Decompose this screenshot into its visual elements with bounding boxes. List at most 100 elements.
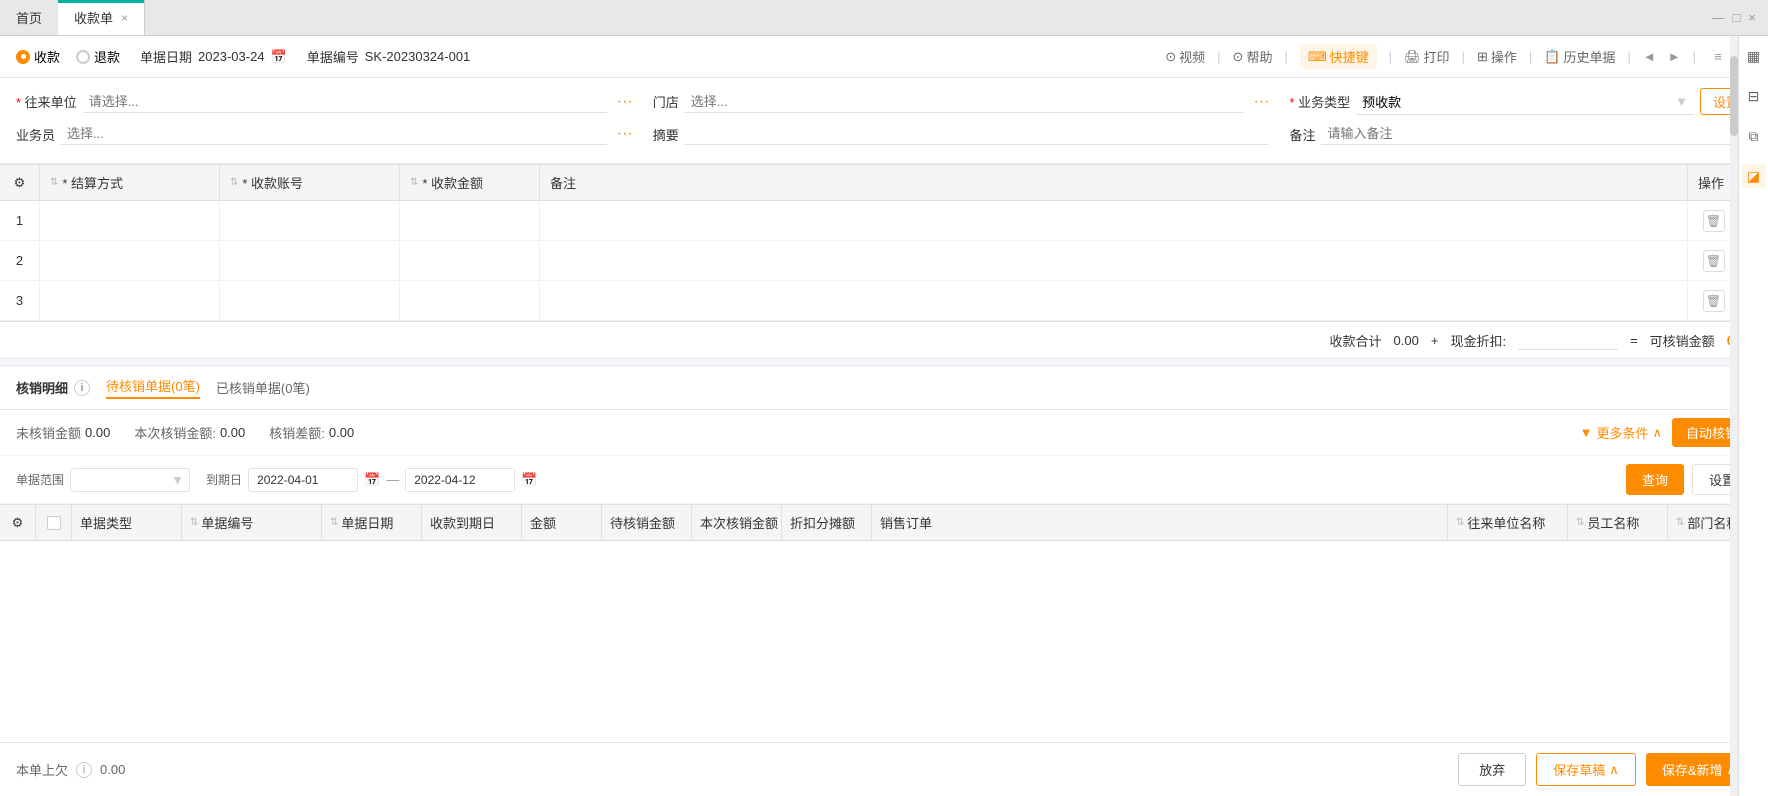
- sidebar-icon-2[interactable]: ⊟: [1742, 84, 1766, 108]
- help-btn[interactable]: ⊙ 帮助: [1233, 47, 1273, 66]
- td-row3-note[interactable]: [540, 281, 1688, 320]
- td-row2-account[interactable]: [220, 241, 400, 280]
- counterparty-more-icon[interactable]: ···: [617, 93, 633, 111]
- list-view-icon[interactable]: ≡: [1708, 47, 1728, 67]
- verify-title-text: 核销明细: [16, 378, 68, 397]
- td-row1-settle[interactable]: [40, 201, 220, 240]
- footer-info-icon[interactable]: i: [76, 762, 92, 778]
- window-controls: — □ ×: [1712, 10, 1768, 25]
- section-divider: [0, 358, 1768, 366]
- td-row1-account[interactable]: [220, 201, 400, 240]
- row3-delete-btn[interactable]: 🗑: [1703, 290, 1725, 312]
- abandon-button[interactable]: 放弃: [1458, 753, 1526, 786]
- sidebar-icon-1[interactable]: ▦: [1742, 44, 1766, 68]
- shortcut-btn[interactable]: ⌨ 快捷键: [1300, 44, 1377, 69]
- th-amount: ⇅ * 收款金额: [400, 165, 540, 200]
- store-input[interactable]: [685, 91, 1244, 113]
- bth-pending-label: 待核销金额: [610, 513, 675, 532]
- td-row1-num: 1: [0, 201, 40, 240]
- calendar-start-icon[interactable]: 📅: [364, 472, 380, 488]
- history-btn[interactable]: 📋 历史单据: [1544, 47, 1615, 66]
- video-btn[interactable]: ⊙ 视频: [1165, 47, 1205, 66]
- prev-icon[interactable]: ◄: [1643, 49, 1656, 64]
- pending-tab[interactable]: 待核销单据(0笔): [106, 376, 200, 399]
- bth-order: 销售订单: [872, 505, 1448, 540]
- number-label: 单据编号: [307, 47, 359, 66]
- done-tab[interactable]: 已核销单据(0笔): [216, 378, 310, 397]
- more-conditions-btn[interactable]: ▼ 更多条件 ∧: [1580, 423, 1662, 442]
- expand-icon: ∧: [1652, 425, 1662, 441]
- form-row-1: 往来单位 ··· 门店 ··· 业务类型 预收款 ▼ 设置: [16, 88, 1752, 115]
- tab-bar: 首页 收款单 × — □ ×: [0, 0, 1768, 36]
- table-row: 1 🗑 ⧉: [0, 201, 1768, 241]
- scrollbar-thumb[interactable]: [1730, 56, 1738, 136]
- plus-sign: +: [1431, 333, 1439, 348]
- main-content: 收款 退款 单据日期 2023-03-24 📅 单据编号 SK-20230324…: [0, 36, 1768, 796]
- business-type-select-group: 预收款 ▼: [1356, 89, 1694, 115]
- th-settings[interactable]: ⚙: [0, 165, 40, 200]
- header-checkbox[interactable]: [47, 516, 61, 530]
- help-icon: ⊙: [1233, 49, 1244, 65]
- business-type-dropdown-icon[interactable]: ▼: [1675, 94, 1688, 109]
- td-row3-amount[interactable]: [400, 281, 540, 320]
- print-btn[interactable]: 🖨 打印: [1404, 47, 1450, 66]
- salesperson-field: 业务员 ···: [16, 123, 633, 145]
- sidebar-icon-4[interactable]: ◪: [1742, 164, 1766, 188]
- verify-info-icon[interactable]: i: [74, 380, 90, 396]
- discount-label: 现金折扣:: [1450, 331, 1506, 350]
- td-row1-note[interactable]: [540, 201, 1688, 240]
- verify-header: 核销明细 i 待核销单据(0笔) 已核销单据(0笔): [0, 366, 1768, 410]
- radio-refund[interactable]: 退款: [76, 47, 120, 66]
- discount-input[interactable]: [1518, 330, 1618, 350]
- td-row3-account[interactable]: [220, 281, 400, 320]
- bth-staff: ⇅ 员工名称: [1568, 505, 1668, 540]
- minimize-icon[interactable]: —: [1712, 10, 1725, 25]
- radio-group: 收款 退款: [16, 47, 120, 66]
- counterparty-input[interactable]: [83, 91, 607, 113]
- operation-btn[interactable]: ⊞ 操作: [1477, 47, 1517, 66]
- scrollbar-area[interactable]: [1730, 36, 1738, 796]
- more-conditions-label: 更多条件: [1596, 423, 1648, 442]
- history-label: 历史单据: [1563, 47, 1615, 66]
- radio-receive[interactable]: 收款: [16, 47, 60, 66]
- salesperson-more-icon[interactable]: ···: [617, 125, 633, 143]
- bth-settings[interactable]: ⚙: [0, 505, 36, 540]
- footer-label: 本单上欠: [16, 760, 68, 779]
- tab-home[interactable]: 首页: [0, 0, 58, 35]
- draft-button[interactable]: 保存草稿 ∧: [1536, 753, 1636, 786]
- td-row2-note[interactable]: [540, 241, 1688, 280]
- query-button[interactable]: 查询: [1626, 464, 1684, 495]
- sidebar-icon-3[interactable]: ⧉: [1742, 124, 1766, 148]
- date-field: 单据日期 2023-03-24 📅: [140, 47, 287, 66]
- range-select[interactable]: [70, 468, 190, 492]
- due-end-input[interactable]: [405, 468, 515, 492]
- row1-delete-btn[interactable]: 🗑: [1703, 210, 1725, 232]
- right-sidebar: ▦ ⊟ ⧉ ◪: [1738, 36, 1768, 796]
- due-start-input[interactable]: [248, 468, 358, 492]
- calendar-icon[interactable]: 📅: [271, 49, 287, 65]
- help-label: 帮助: [1246, 47, 1272, 66]
- calendar-end-icon[interactable]: 📅: [521, 472, 537, 488]
- td-row1-amount[interactable]: [400, 201, 540, 240]
- next-icon[interactable]: ►: [1668, 49, 1681, 64]
- tab-close-icon[interactable]: ×: [121, 11, 128, 25]
- filter-icon: ▼: [1580, 425, 1593, 440]
- td-row2-amount[interactable]: [400, 241, 540, 280]
- summary-input[interactable]: [685, 123, 1270, 145]
- close-window-icon[interactable]: ×: [1748, 10, 1756, 25]
- total-label: 收款合计: [1330, 331, 1382, 350]
- row2-delete-btn[interactable]: 🗑: [1703, 250, 1725, 272]
- bth-number-label: 单据编号: [201, 513, 253, 532]
- remark-input[interactable]: [1321, 123, 1752, 145]
- store-more-icon[interactable]: ···: [1253, 93, 1269, 111]
- tab-current[interactable]: 收款单 ×: [58, 0, 145, 35]
- verify-section: 核销明细 i 待核销单据(0笔) 已核销单据(0笔) 未核销金额 0.00 本次…: [0, 366, 1768, 796]
- td-row3-settle[interactable]: [40, 281, 220, 320]
- td-row2-settle[interactable]: [40, 241, 220, 280]
- sort-staff-icon: ⇅: [1576, 517, 1584, 528]
- salesperson-input[interactable]: [61, 123, 607, 145]
- maximize-icon[interactable]: □: [1733, 10, 1741, 25]
- bth-check[interactable]: [36, 505, 72, 540]
- verify-stats: 未核销金额 0.00 本次核销金额: 0.00 核销差额: 0.00 ▼ 更多条…: [0, 410, 1768, 456]
- th-note: 备注: [540, 165, 1688, 200]
